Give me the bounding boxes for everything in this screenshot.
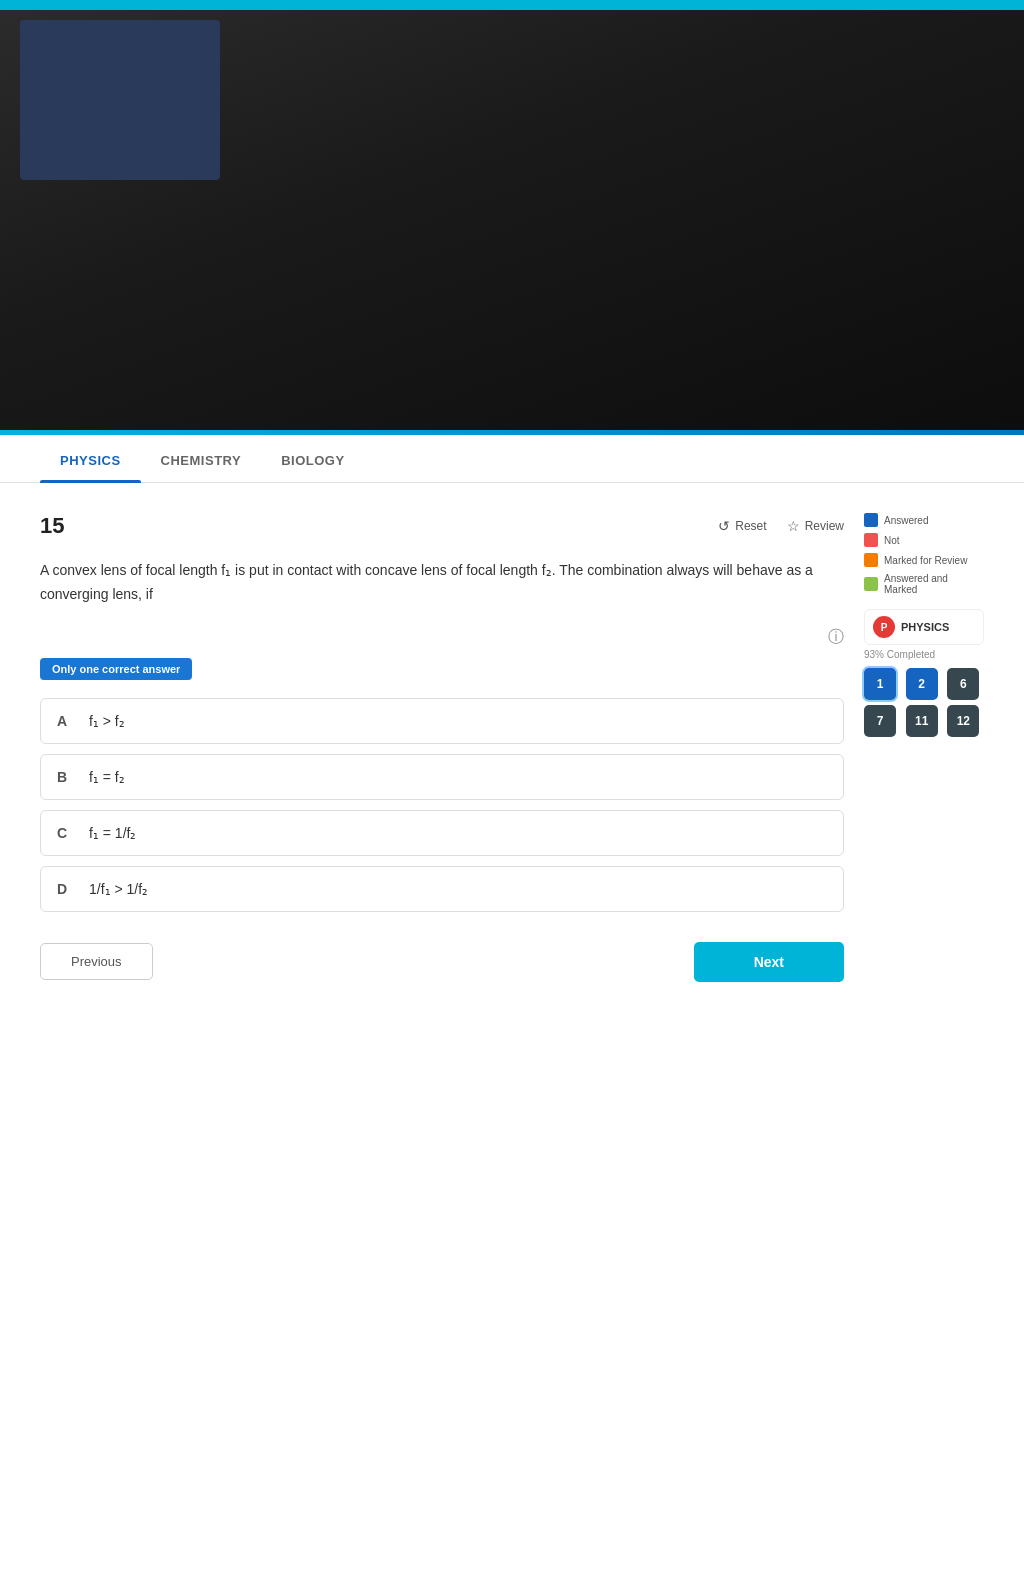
- option-a-text: f₁ > f₂: [89, 713, 125, 729]
- option-d-label: D: [57, 881, 77, 897]
- option-d-text: 1/f₁ > 1/f₂: [89, 881, 148, 897]
- option-a-label: A: [57, 713, 77, 729]
- nav-buttons: Previous Next: [40, 942, 844, 982]
- subject-progress: 93% Completed: [864, 649, 984, 660]
- legend-not-answered-dot: [864, 533, 878, 547]
- info-icon[interactable]: ⓘ: [828, 627, 844, 648]
- legend-not-answered-label: Not: [884, 535, 900, 546]
- option-d[interactable]: D 1/f₁ > 1/f₂: [40, 866, 844, 912]
- question-header: 15 ↺ Reset ☆ Review: [40, 513, 844, 539]
- question-text: A convex lens of focal length f₁ is put …: [40, 559, 844, 607]
- question-number-grid: 1 2 6 7 11 12: [864, 668, 984, 737]
- tab-biology[interactable]: BIOLOGY: [261, 435, 364, 482]
- options-container: A f₁ > f₂ B f₁ = f₂ C f₁ = 1/f₂ D 1/f₁ >…: [40, 698, 844, 912]
- legend-marked-label: Marked for Review: [884, 555, 967, 566]
- reset-label: Reset: [735, 519, 766, 533]
- legend-answered: Answered: [864, 513, 984, 527]
- tab-chemistry[interactable]: CHEMISTRY: [141, 435, 262, 482]
- legend-marked-dot: [864, 553, 878, 567]
- option-c[interactable]: C f₁ = 1/f₂: [40, 810, 844, 856]
- star-icon: ☆: [787, 518, 800, 534]
- subject-badge: P PHYSICS: [864, 609, 984, 645]
- subject-icon: P: [873, 616, 895, 638]
- option-b-label: B: [57, 769, 77, 785]
- legend-answered-marked-dot: [864, 577, 878, 591]
- q-btn-2[interactable]: 2: [906, 668, 938, 700]
- tab-bar: PHYSICS CHEMISTRY BIOLOGY: [0, 435, 1024, 483]
- legend-not-answered: Not: [864, 533, 984, 547]
- review-button[interactable]: ☆ Review: [787, 518, 844, 534]
- q-btn-6[interactable]: 6: [947, 668, 979, 700]
- option-c-text: f₁ = 1/f₂: [89, 825, 136, 841]
- legend-answered-dot: [864, 513, 878, 527]
- question-area: 15 ↺ Reset ☆ Review A convex lens of foc…: [40, 513, 844, 982]
- q-btn-1[interactable]: 1: [864, 668, 896, 700]
- q-btn-7[interactable]: 7: [864, 705, 896, 737]
- legend-answered-marked: Answered and Marked: [864, 573, 984, 595]
- legend: Answered Not Marked for Review Answered …: [864, 513, 984, 595]
- option-a[interactable]: A f₁ > f₂: [40, 698, 844, 744]
- question-number: 15: [40, 513, 64, 539]
- next-button[interactable]: Next: [694, 942, 844, 982]
- photo-background: [0, 0, 1024, 430]
- option-b-text: f₁ = f₂: [89, 769, 125, 785]
- main-content: 15 ↺ Reset ☆ Review A convex lens of foc…: [0, 483, 1024, 1012]
- q-btn-12[interactable]: 12: [947, 705, 979, 737]
- header-actions: ↺ Reset ☆ Review: [718, 518, 844, 534]
- subject-name: PHYSICS: [901, 621, 949, 633]
- sidebar: Answered Not Marked for Review Answered …: [864, 513, 984, 982]
- legend-marked: Marked for Review: [864, 553, 984, 567]
- option-b[interactable]: B f₁ = f₂: [40, 754, 844, 800]
- reset-icon: ↺: [718, 518, 730, 534]
- legend-answered-marked-label: Answered and Marked: [884, 573, 984, 595]
- option-c-label: C: [57, 825, 77, 841]
- answer-type-badge: Only one correct answer: [40, 658, 192, 680]
- tab-physics[interactable]: PHYSICS: [40, 435, 141, 482]
- previous-button[interactable]: Previous: [40, 943, 153, 980]
- legend-answered-label: Answered: [884, 515, 928, 526]
- reset-button[interactable]: ↺ Reset: [718, 518, 766, 534]
- review-label: Review: [805, 519, 844, 533]
- subject-icon-label: P: [881, 622, 888, 633]
- q-btn-11[interactable]: 11: [906, 705, 938, 737]
- app-container: PHYSICS CHEMISTRY BIOLOGY 15 ↺ Reset ☆ R…: [0, 430, 1024, 1571]
